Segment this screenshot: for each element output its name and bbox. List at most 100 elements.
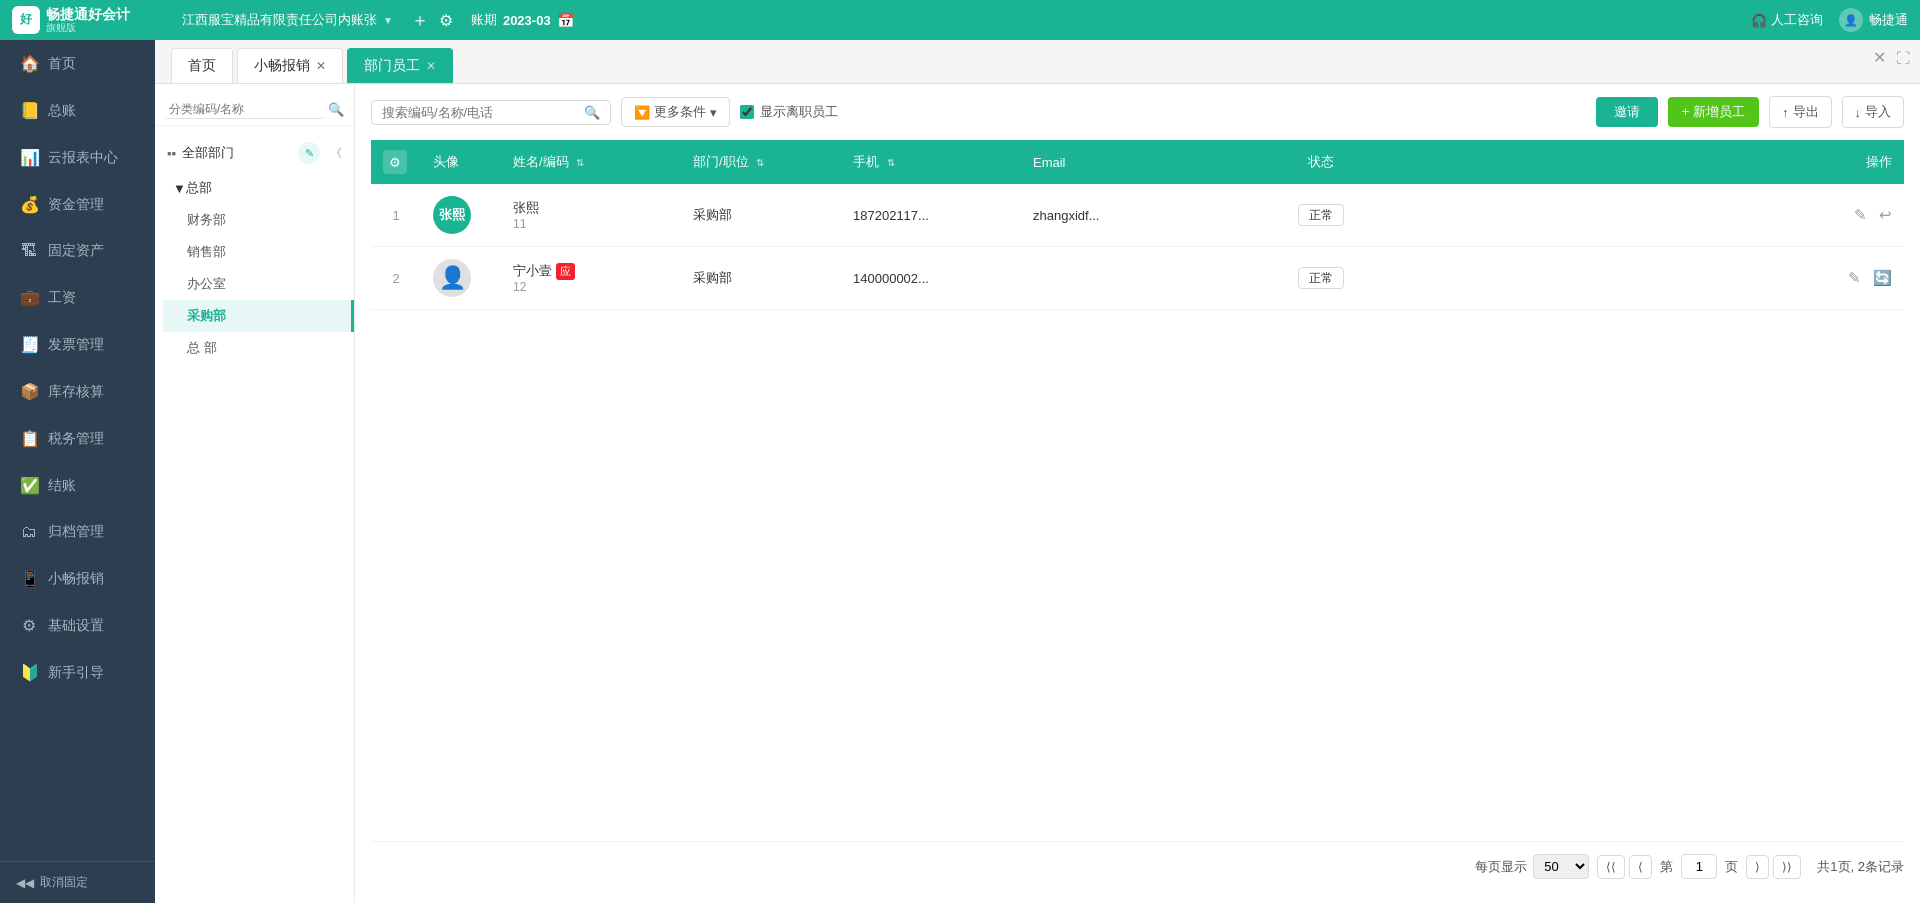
- col-dept[interactable]: 部门/职位 ⇅: [681, 140, 841, 184]
- service-button[interactable]: 🎧 人工咨询: [1751, 11, 1823, 29]
- sort-icon: ⇅: [576, 157, 584, 168]
- sidebar-item-inventory[interactable]: 📦 库存核算: [0, 368, 155, 415]
- expense-icon: 📱: [20, 569, 38, 588]
- name-code-cell: 宁小壹 应 12: [513, 262, 669, 294]
- page-size-area: 每页显示 50 20 100: [1475, 854, 1589, 879]
- export-button[interactable]: ↑ 导出: [1769, 96, 1832, 128]
- prev-page-button[interactable]: ⟨: [1629, 855, 1652, 879]
- dept-all-button[interactable]: ▪▪ 全部部门 ✎ 《: [155, 134, 354, 172]
- calendar-icon[interactable]: 📅: [557, 12, 574, 28]
- avatar: 👤: [433, 259, 471, 297]
- dept-item-general[interactable]: 总 部: [163, 332, 354, 364]
- settle-icon: ✅: [20, 476, 38, 495]
- logout-icon[interactable]: ↩: [1879, 206, 1892, 224]
- dept-expand-icon: ▼: [173, 181, 186, 196]
- settings-icon[interactable]: ⚙: [439, 11, 453, 30]
- show-resigned-checkbox[interactable]: [740, 105, 754, 119]
- content-area: 首页 小畅报销 ✕ 部门员工 ✕ ✕ ⛶: [155, 40, 1920, 903]
- last-page-button[interactable]: ⟩⟩: [1773, 855, 1801, 879]
- tab-expense[interactable]: 小畅报销 ✕: [237, 48, 343, 83]
- sidebar-item-settle[interactable]: ✅ 结账: [0, 462, 155, 509]
- dept-panel: 🔍 ▪▪ 全部部门 ✎ 《 ▼ 总部 财务部: [155, 84, 355, 903]
- sidebar-item-label: 小畅报销: [48, 570, 104, 588]
- sidebar-item-settings[interactable]: ⚙ 基础设置: [0, 602, 155, 649]
- dept-item-sales[interactable]: 销售部: [163, 236, 354, 268]
- sidebar-item-label: 首页: [48, 55, 76, 73]
- page-number-input[interactable]: [1681, 854, 1717, 879]
- col-name-code[interactable]: 姓名/编码 ⇅: [501, 140, 681, 184]
- refresh-icon[interactable]: 🔄: [1873, 269, 1892, 287]
- sidebar-item-invoice[interactable]: 🧾 发票管理: [0, 321, 155, 368]
- avatar: 👤: [1839, 8, 1863, 32]
- close-expense-tab-icon[interactable]: ✕: [316, 59, 326, 73]
- row-no: 2: [371, 247, 421, 310]
- col-settings-icon[interactable]: ⚙: [383, 150, 407, 174]
- search-icon[interactable]: 🔍: [584, 105, 600, 120]
- sidebar-item-funds[interactable]: 💰 资金管理: [0, 181, 155, 228]
- edit-icon[interactable]: ✎: [1848, 269, 1861, 287]
- funds-icon: 💰: [20, 195, 38, 214]
- edition-label: 旗舰版: [46, 22, 130, 34]
- add-company-button[interactable]: ＋: [411, 8, 429, 32]
- employee-search-box[interactable]: 🔍: [371, 100, 611, 125]
- assets-icon: 🏗: [20, 242, 38, 260]
- dept-item-office[interactable]: 办公室: [163, 268, 354, 300]
- status-badge: 正常: [1298, 204, 1344, 226]
- dept-edit-icon[interactable]: ✎: [298, 142, 320, 164]
- sidebar-item-salary[interactable]: 💼 工资: [0, 274, 155, 321]
- home-icon: 🏠: [20, 54, 38, 73]
- col-settings: ⚙: [371, 140, 421, 184]
- sidebar-item-guide[interactable]: 🔰 新手引导: [0, 649, 155, 696]
- sidebar-item-label: 新手引导: [48, 664, 104, 682]
- dept-item-headquarter[interactable]: ▼ 总部: [163, 172, 354, 204]
- dept-item-purchase[interactable]: 采购部: [163, 300, 354, 332]
- first-page-button[interactable]: ⟨⟨: [1597, 855, 1625, 879]
- dept-item-label: 采购部: [187, 307, 226, 325]
- period-area: 账期 2023-03 📅: [471, 11, 574, 29]
- sidebar-item-home[interactable]: 🏠 首页: [0, 40, 155, 87]
- import-button[interactable]: ↓ 导入: [1842, 96, 1905, 128]
- chevron-down-icon[interactable]: ▼: [383, 15, 393, 26]
- settings-icon: ⚙: [20, 616, 38, 635]
- table-row: 2 👤 宁小壹: [371, 247, 1904, 310]
- status-badge: 正常: [1298, 267, 1344, 289]
- sidebar-item-expense[interactable]: 📱 小畅报销: [0, 555, 155, 602]
- dept-item-label: 办公室: [187, 275, 226, 293]
- row-dept: 采购部: [681, 184, 841, 247]
- row-email: zhangxidf...: [1021, 184, 1221, 247]
- sidebar-item-ledger[interactable]: 📒 总账: [0, 87, 155, 134]
- dept-search-input[interactable]: [165, 100, 324, 119]
- next-page-button[interactable]: ⟩: [1746, 855, 1769, 879]
- sidebar-item-label: 云报表中心: [48, 149, 118, 167]
- company-selector[interactable]: 江西服宝精品有限责任公司内账张 ▼: [182, 11, 393, 29]
- add-employee-button[interactable]: + 新增员工: [1668, 97, 1759, 127]
- page-size-select[interactable]: 50 20 100: [1533, 854, 1589, 879]
- col-mobile[interactable]: 手机 ⇅: [841, 140, 1021, 184]
- table-row: 1 张熙 张熙 11: [371, 184, 1904, 247]
- dept-search-icon[interactable]: 🔍: [328, 102, 344, 117]
- invite-button[interactable]: 邀请: [1596, 97, 1658, 127]
- show-resigned-checkbox-area[interactable]: 显示离职员工: [740, 103, 838, 121]
- expand-icon[interactable]: ⛶: [1896, 50, 1910, 66]
- edit-icon[interactable]: ✎: [1854, 206, 1867, 224]
- close-dept-tab-icon[interactable]: ✕: [426, 59, 436, 73]
- sidebar-item-reports[interactable]: 📊 云报表中心: [0, 134, 155, 181]
- unpin-button[interactable]: ◀◀ 取消固定: [0, 861, 155, 903]
- sidebar-item-label: 发票管理: [48, 336, 104, 354]
- period-label: 账期: [471, 11, 497, 29]
- dept-item-finance[interactable]: 财务部: [163, 204, 354, 236]
- filter-button[interactable]: 🔽 更多条件 ▾: [621, 97, 730, 127]
- user-area[interactable]: 👤 畅捷通: [1839, 8, 1908, 32]
- sidebar-item-label: 工资: [48, 289, 76, 307]
- sidebar-item-archive[interactable]: 🗂 归档管理: [0, 509, 155, 555]
- collapse-icon[interactable]: 《: [330, 145, 342, 162]
- tab-dept-employee[interactable]: 部门员工 ✕: [347, 48, 453, 83]
- salary-icon: 💼: [20, 288, 38, 307]
- employee-search-input[interactable]: [382, 105, 584, 120]
- close-window-icon[interactable]: ✕: [1873, 48, 1886, 67]
- chevron-down-icon: ▾: [710, 105, 717, 120]
- sidebar-item-tax[interactable]: 📋 税务管理: [0, 415, 155, 462]
- sidebar-item-assets[interactable]: 🏗 固定资产: [0, 228, 155, 274]
- tab-home[interactable]: 首页: [171, 48, 233, 83]
- headset-icon: 🎧: [1751, 13, 1767, 28]
